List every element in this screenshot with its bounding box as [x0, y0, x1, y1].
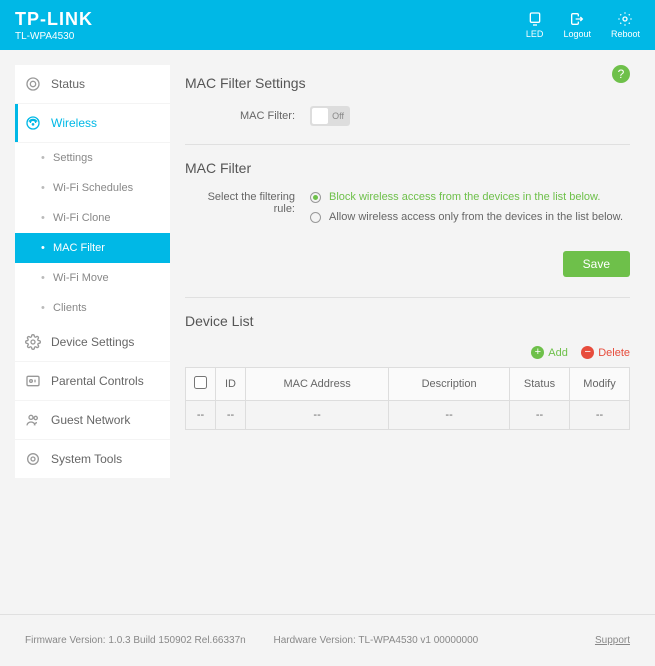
select-all-checkbox[interactable]	[194, 376, 207, 389]
save-button[interactable]: Save	[563, 251, 630, 277]
led-icon	[527, 11, 543, 27]
add-button[interactable]: + Add	[531, 346, 568, 359]
nav-wireless[interactable]: Wireless	[15, 104, 170, 142]
led-button[interactable]: LED	[526, 11, 544, 39]
col-modify: Modify	[570, 368, 630, 401]
radio-block[interactable]	[310, 192, 321, 203]
tools-icon	[25, 451, 41, 467]
section-title-filter: MAC Filter	[185, 160, 630, 176]
sidebar: Status Wireless Settings Wi-Fi Schedules…	[0, 50, 170, 494]
radio-allow[interactable]	[310, 212, 321, 223]
model: TL-WPA4530	[15, 31, 93, 42]
status-icon	[25, 76, 41, 92]
col-id: ID	[216, 368, 246, 401]
plus-icon: +	[531, 346, 544, 359]
header: TP-LINK TL-WPA4530 LED Logout Reboot	[0, 0, 655, 50]
rule-label: Select the filtering rule:	[185, 191, 310, 215]
macfilter-toggle[interactable]: Off	[310, 106, 350, 126]
subnav-clone[interactable]: Wi-Fi Clone	[15, 203, 170, 233]
nav-parental[interactable]: Parental Controls	[15, 362, 170, 400]
col-status: Status	[510, 368, 570, 401]
minus-icon: −	[581, 346, 594, 359]
divider	[185, 297, 630, 298]
nav-guest[interactable]: Guest Network	[15, 401, 170, 439]
subnav-macfilter[interactable]: MAC Filter	[15, 233, 170, 263]
parental-icon	[25, 373, 41, 389]
support-link[interactable]: Support	[595, 635, 630, 646]
main-content: ? MAC Filter Settings MAC Filter: Off MA…	[170, 50, 655, 494]
logout-button[interactable]: Logout	[563, 11, 591, 39]
hardware-version: Hardware Version: TL-WPA4530 v1 00000000	[273, 635, 478, 646]
radio-block-label: Block wireless access from the devices i…	[329, 191, 600, 203]
col-mac: MAC Address	[246, 368, 389, 401]
subnav-schedules[interactable]: Wi-Fi Schedules	[15, 173, 170, 203]
logout-icon	[569, 11, 585, 27]
help-button[interactable]: ?	[612, 65, 630, 83]
guest-icon	[25, 412, 41, 428]
nav-device-settings[interactable]: Device Settings	[15, 323, 170, 361]
device-icon	[25, 334, 41, 350]
subnav-clients[interactable]: Clients	[15, 293, 170, 323]
divider	[185, 144, 630, 145]
device-table: ID MAC Address Description Status Modify…	[185, 367, 630, 430]
nav-tools[interactable]: System Tools	[15, 440, 170, 478]
delete-button[interactable]: − Delete	[581, 346, 630, 359]
subnav-move[interactable]: Wi-Fi Move	[15, 263, 170, 293]
section-title-settings: MAC Filter Settings	[185, 75, 630, 91]
logo: TP-LINK	[15, 9, 93, 30]
footer: Firmware Version: 1.0.3 Build 150902 Rel…	[0, 614, 655, 666]
section-title-devicelist: Device List	[185, 313, 630, 329]
reboot-icon	[617, 11, 633, 27]
reboot-button[interactable]: Reboot	[611, 11, 640, 39]
col-desc: Description	[389, 368, 510, 401]
subnav-settings[interactable]: Settings	[15, 143, 170, 173]
macfilter-label: MAC Filter:	[185, 110, 310, 122]
radio-allow-label: Allow wireless access only from the devi…	[329, 211, 623, 223]
table-header-row: ID MAC Address Description Status Modify	[186, 368, 630, 401]
nav-status[interactable]: Status	[15, 65, 170, 103]
table-row: -- -- -- -- -- --	[186, 401, 630, 430]
firmware-version: Firmware Version: 1.0.3 Build 150902 Rel…	[25, 635, 246, 646]
wireless-icon	[25, 115, 41, 131]
